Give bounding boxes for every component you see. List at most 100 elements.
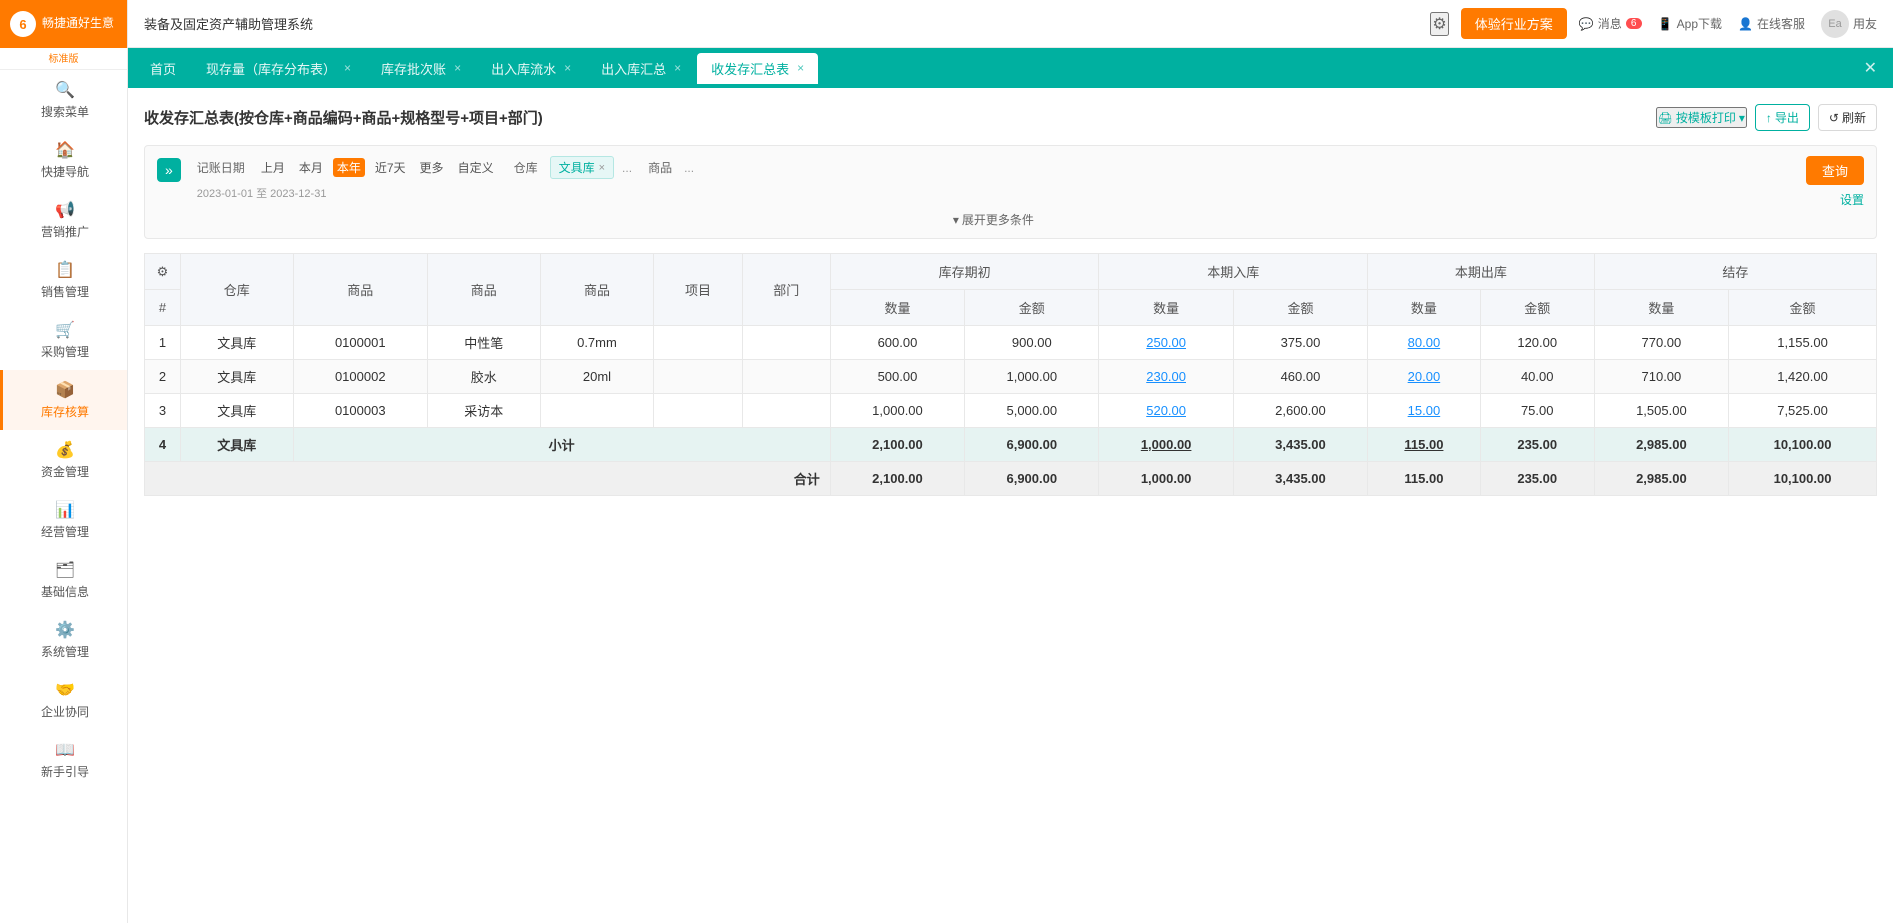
subtotal-label: 小计 xyxy=(293,428,830,462)
cell-close-qty: 1,505.00 xyxy=(1594,394,1728,428)
subtotal-in-qty: 1,000.00 xyxy=(1099,428,1233,462)
date-opt-custom[interactable]: 自定义 xyxy=(454,158,498,177)
cell-name: 胶水 xyxy=(427,360,540,394)
footer-close-qty: 2,985.00 xyxy=(1594,462,1728,496)
cell-open-amt: 900.00 xyxy=(965,326,1099,360)
footer-out-qty: 115.00 xyxy=(1368,462,1481,496)
date-range-options: 上月 本月 本年 近7天 更多 自定义 xyxy=(257,158,498,177)
goods-label: 商品 xyxy=(648,159,672,176)
sidebar-item-label: 企业协同 xyxy=(41,703,89,720)
message-icon: 💬 xyxy=(1579,17,1594,31)
filter-toggle-button[interactable]: » xyxy=(157,158,181,182)
marketing-icon: 📢 xyxy=(55,200,75,220)
date-range-value: 2023-01-01 至 2023-12-31 xyxy=(197,185,1790,201)
sidebar-item-sales[interactable]: 📋 销售管理 xyxy=(0,250,127,310)
footer-open-qty: 2,100.00 xyxy=(830,462,964,496)
collab-icon: 🤝 xyxy=(55,680,75,700)
query-button[interactable]: 查询 xyxy=(1806,156,1864,185)
tab-inout-summary-close[interactable]: × xyxy=(674,61,681,75)
sidebar: 6 畅捷通好生意 标准版 🔍 搜索菜单 🏠 快捷导航 📢 营销推广 📋 销售管理… xyxy=(0,0,128,923)
cell-out-qty[interactable]: 80.00 xyxy=(1368,326,1481,360)
th-goods-code: 商品 xyxy=(293,254,427,326)
cell-project xyxy=(654,394,742,428)
warehouse-label: 仓库 xyxy=(514,159,538,176)
sidebar-item-newbie[interactable]: 📖 新手引导 xyxy=(0,730,127,790)
sidebar-item-finance[interactable]: 💰 资金管理 xyxy=(0,430,127,490)
sidebar-item-operation[interactable]: 📊 经营管理 xyxy=(0,490,127,550)
table-row: 2 文具库 0100002 胶水 20ml 500.00 1,000.00 23… xyxy=(145,360,1877,394)
th-closing: 结存 xyxy=(1594,254,1876,290)
cell-in-qty[interactable]: 230.00 xyxy=(1099,360,1233,394)
date-opt-prev-month[interactable]: 上月 xyxy=(257,158,289,177)
tab-inout-flow[interactable]: 出入库流水 × xyxy=(477,53,585,84)
cell-open-qty: 1,000.00 xyxy=(830,394,964,428)
sidebar-item-system[interactable]: ⚙️ 系统管理 xyxy=(0,610,127,670)
cell-name: 采访本 xyxy=(427,394,540,428)
goods-more-button[interactable]: ... xyxy=(684,161,694,175)
tab-stock-dist[interactable]: 现存量（库存分布表） × xyxy=(192,53,365,84)
cell-warehouse: 文具库 xyxy=(181,394,294,428)
tab-batch-close[interactable]: × xyxy=(454,61,461,75)
date-opt-cur-month[interactable]: 本月 xyxy=(295,158,327,177)
sidebar-item-quicknav[interactable]: 🏠 快捷导航 xyxy=(0,130,127,190)
th-settings[interactable]: ⚙ xyxy=(145,254,181,290)
message-button[interactable]: 💬 消息 6 xyxy=(1579,15,1642,32)
tab-recv-send[interactable]: 收发存汇总表 × xyxy=(697,53,818,84)
try-industry-button[interactable]: 体验行业方案 xyxy=(1461,8,1567,39)
sidebar-item-search[interactable]: 🔍 搜索菜单 xyxy=(0,70,127,130)
app-label: App下载 xyxy=(1677,15,1722,32)
cell-in-qty[interactable]: 520.00 xyxy=(1099,394,1233,428)
table-row: 1 文具库 0100001 中性笔 0.7mm 600.00 900.00 25… xyxy=(145,326,1877,360)
tab-inout-flow-close[interactable]: × xyxy=(564,61,571,75)
th-in-qty: 数量 xyxy=(1099,290,1233,326)
basic-icon: 🗂 xyxy=(55,560,75,580)
cell-warehouse: 文具库 xyxy=(181,360,294,394)
subtotal-no: 4 xyxy=(145,428,181,462)
tab-inout-summary[interactable]: 出入库汇总 × xyxy=(587,53,695,84)
warehouse-tag-close[interactable]: × xyxy=(599,162,605,174)
app-download-button[interactable]: 📱 App下载 xyxy=(1658,15,1722,32)
cell-name: 中性笔 xyxy=(427,326,540,360)
data-table: ⚙ 仓库 商品 商品 商品 项目 部门 库存期初 本期入库 本期出库 结存 xyxy=(144,253,1877,496)
settings-text-button[interactable]: 设置 xyxy=(1840,191,1864,208)
warehouse-tag[interactable]: 文具库 × xyxy=(550,156,614,179)
cell-out-qty[interactable]: 20.00 xyxy=(1368,360,1481,394)
table-settings-icon: ⚙ xyxy=(157,264,169,279)
gear-button[interactable]: ⚙ xyxy=(1430,12,1448,36)
tab-home[interactable]: 首页 xyxy=(136,53,190,84)
export-button[interactable]: ↑ 导出 xyxy=(1755,104,1810,131)
tabbar-close-all[interactable]: ✕ xyxy=(1856,58,1885,78)
support-button[interactable]: 👤 在线客服 xyxy=(1738,15,1805,32)
refresh-button[interactable]: ↺ 刷新 xyxy=(1818,104,1877,131)
sidebar-item-label: 销售管理 xyxy=(41,283,89,300)
date-opt-more[interactable]: 更多 xyxy=(416,158,448,177)
newbie-icon: 📖 xyxy=(55,740,75,760)
user-menu[interactable]: Ea 用友 xyxy=(1821,10,1877,38)
filter-right: 查询 设置 xyxy=(1806,156,1864,208)
footer-close-amt: 10,100.00 xyxy=(1729,462,1877,496)
th-dept: 部门 xyxy=(742,254,830,326)
sidebar-item-marketing[interactable]: 📢 营销推广 xyxy=(0,190,127,250)
date-opt-cur-year[interactable]: 本年 xyxy=(333,158,365,177)
warehouse-more-button[interactable]: ... xyxy=(622,161,632,175)
sidebar-item-inventory[interactable]: 📦 库存核算 xyxy=(0,370,127,430)
tab-batch[interactable]: 库存批次账 × xyxy=(367,53,475,84)
expand-more-button[interactable]: ▾ 展开更多条件 xyxy=(953,211,1034,228)
tab-recv-send-close[interactable]: × xyxy=(797,61,804,75)
sidebar-item-label: 资金管理 xyxy=(41,463,89,480)
cell-out-qty[interactable]: 15.00 xyxy=(1368,394,1481,428)
print-button[interactable]: 🖨 按模板打印 ▾ xyxy=(1656,107,1747,128)
sidebar-item-collab[interactable]: 🤝 企业协同 xyxy=(0,670,127,730)
tab-stock-dist-close[interactable]: × xyxy=(344,61,351,75)
sidebar-item-purchase[interactable]: 🛒 采购管理 xyxy=(0,310,127,370)
sidebar-item-label: 快捷导航 xyxy=(41,163,89,180)
cell-in-amt: 2,600.00 xyxy=(1233,394,1367,428)
sidebar-item-basic[interactable]: 🗂 基础信息 xyxy=(0,550,127,610)
sidebar-item-label: 系统管理 xyxy=(41,643,89,660)
sidebar-item-label: 新手引导 xyxy=(41,763,89,780)
date-opt-7days[interactable]: 近7天 xyxy=(371,158,410,177)
table-row: 3 文具库 0100003 采访本 1,000.00 5,000.00 520.… xyxy=(145,394,1877,428)
cell-open-qty: 600.00 xyxy=(830,326,964,360)
th-no: # xyxy=(145,290,181,326)
cell-in-qty[interactable]: 250.00 xyxy=(1099,326,1233,360)
